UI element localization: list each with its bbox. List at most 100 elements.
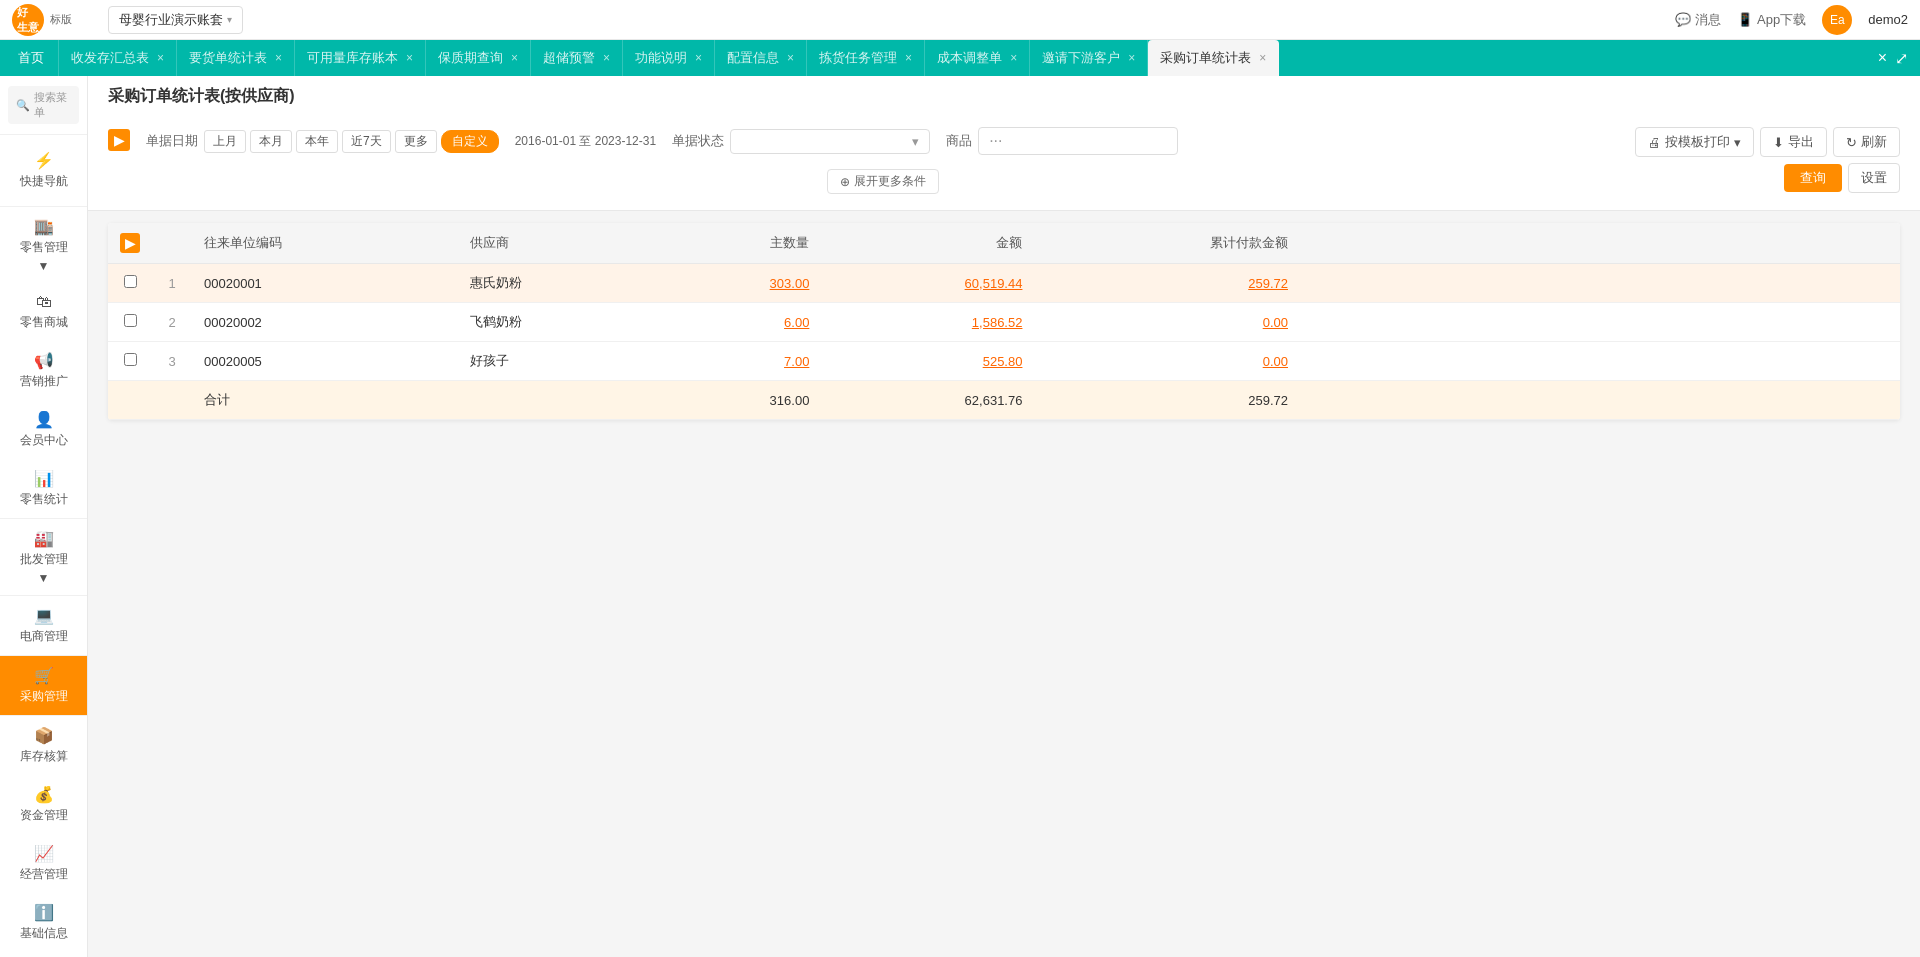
close-icon[interactable]: × — [787, 51, 794, 65]
sidebar-item-purchase[interactable]: 🛒 采购管理 — [0, 656, 87, 715]
toggle-filter-button[interactable]: ▶ — [108, 129, 130, 151]
col-header-unit-code: 往来单位编码 — [192, 223, 458, 264]
sidebar-item-finance[interactable]: 💰 资金管理 — [0, 775, 87, 834]
row-checkbox[interactable] — [124, 353, 137, 366]
chevron-down-icon: ▾ — [912, 134, 919, 149]
footer-cell-empty1 — [108, 381, 152, 420]
cell-supplier: 好孩子 — [458, 342, 656, 381]
cell-paid[interactable]: 259.72 — [1034, 264, 1300, 303]
close-all-icon[interactable]: × — [1878, 49, 1887, 67]
expand-column-button[interactable]: ▶ — [120, 233, 140, 253]
tab-gongneng[interactable]: 功能说明 × — [623, 40, 715, 76]
status-label: 单据状态 — [672, 132, 724, 150]
cell-main-qty[interactable]: 303.00 — [655, 264, 821, 303]
more-options-icon[interactable]: ··· — [989, 132, 1002, 150]
status-select[interactable]: ▾ — [730, 129, 930, 154]
sidebar-item-wholesale[interactable]: 🏭 批发管理 ▼ — [0, 519, 87, 595]
footer-main-qty: 316.00 — [655, 381, 821, 420]
close-icon[interactable]: × — [1259, 51, 1266, 65]
sidebar-item-retail-mall[interactable]: 🛍 零售商城 — [0, 283, 87, 341]
user-avatar: Ea — [1822, 5, 1852, 35]
footer-cell-empty2 — [152, 381, 192, 420]
row-checkbox[interactable] — [124, 314, 137, 327]
query-button[interactable]: 查询 — [1784, 164, 1842, 192]
cell-extra — [1300, 264, 1900, 303]
print-button[interactable]: 🖨 按模板打印 ▾ — [1635, 127, 1754, 157]
sidebar-item-retail-stats[interactable]: 📊 零售统计 — [0, 459, 87, 518]
settings-button[interactable]: 设置 — [1848, 163, 1900, 193]
sidebar-item-ecommerce[interactable]: 💻 电商管理 — [0, 596, 87, 655]
btn-custom[interactable]: 自定义 — [441, 130, 499, 153]
tab-chaochu[interactable]: 超储预警 × — [531, 40, 623, 76]
tab-chengben[interactable]: 成本调整单 × — [925, 40, 1030, 76]
close-icon[interactable]: × — [905, 51, 912, 65]
sidebar-item-basic[interactable]: ℹ️ 基础信息 — [0, 893, 87, 952]
cell-unit-code: 00020002 — [192, 303, 458, 342]
cell-checkbox[interactable] — [108, 342, 152, 381]
data-table: ▶ 往来单位编码 供应商 主数量 金额 累计付款金额 1 — [108, 223, 1900, 420]
row-checkbox[interactable] — [124, 275, 137, 288]
sidebar-item-ops[interactable]: 📈 经营管理 — [0, 834, 87, 893]
footer-row: 合计 316.00 62,631.76 259.72 — [108, 381, 1900, 420]
close-icon[interactable]: × — [275, 51, 282, 65]
sidebar-item-marketing[interactable]: 📢 营销推广 — [0, 341, 87, 400]
tab-shoufacun[interactable]: 收发存汇总表 × — [59, 40, 177, 76]
cell-supplier: 飞鹤奶粉 — [458, 303, 656, 342]
tab-caigou-active[interactable]: 采购订单统计表 × — [1148, 40, 1279, 76]
sidebar-search-box[interactable]: 🔍 搜索菜单 — [8, 86, 79, 124]
footer-label: 合计 — [192, 381, 655, 420]
nav-tabs: 首页 收发存汇总表 × 要货单统计表 × 可用量库存账本 × 保质期查询 × 超… — [0, 40, 1920, 76]
cell-paid[interactable]: 0.00 — [1034, 303, 1300, 342]
cell-amount[interactable]: 60,519.44 — [821, 264, 1034, 303]
btn-this-month[interactable]: 本月 — [250, 130, 292, 153]
btn-more[interactable]: 更多 — [395, 130, 437, 153]
tab-jianhuo[interactable]: 拣货任务管理 × — [807, 40, 925, 76]
tab-keyong[interactable]: 可用量库存账本 × — [295, 40, 426, 76]
marketing-icon: 📢 — [34, 351, 54, 370]
tab-yaohuo[interactable]: 要货单统计表 × — [177, 40, 295, 76]
cell-paid[interactable]: 0.00 — [1034, 342, 1300, 381]
print-icon: 🖨 — [1648, 135, 1661, 150]
table-row: 1 00020001 惠氏奶粉 303.00 60,519.44 259.72 — [108, 264, 1900, 303]
date-range-text: 2016-01-01 至 2023-12-31 — [515, 133, 656, 150]
col-header-main-qty: 主数量 — [655, 223, 821, 264]
member-icon: 👤 — [34, 410, 54, 429]
sidebar-item-retail-mgmt[interactable]: 🏬 零售管理 ▼ — [0, 207, 87, 283]
expand-conditions-button[interactable]: ⊕ 展开更多条件 — [827, 169, 939, 194]
col-header-paid: 累计付款金额 — [1034, 223, 1300, 264]
close-icon[interactable]: × — [511, 51, 518, 65]
sidebar-item-member[interactable]: 👤 会员中心 — [0, 400, 87, 459]
close-icon[interactable]: × — [1128, 51, 1135, 65]
message-button[interactable]: 💬 消息 — [1675, 11, 1721, 29]
tab-baozhi[interactable]: 保质期查询 × — [426, 40, 531, 76]
sidebar-item-inventory[interactable]: 📦 库存核算 — [0, 716, 87, 775]
btn-this-year[interactable]: 本年 — [296, 130, 338, 153]
export-button[interactable]: ⬇ 导出 — [1760, 127, 1827, 157]
sidebar-search-area: 🔍 搜索菜单 — [0, 76, 87, 135]
app-download-button[interactable]: 📱 App下载 — [1737, 11, 1806, 29]
goods-input[interactable]: ··· — [978, 127, 1178, 155]
btn-7days[interactable]: 近7天 — [342, 130, 391, 153]
close-icon[interactable]: × — [1010, 51, 1017, 65]
close-icon[interactable]: × — [603, 51, 610, 65]
tab-yaoqing[interactable]: 邀请下游客户 × — [1030, 40, 1148, 76]
cell-main-qty[interactable]: 6.00 — [655, 303, 821, 342]
close-icon[interactable]: × — [157, 51, 164, 65]
tab-peizhi[interactable]: 配置信息 × — [715, 40, 807, 76]
cell-checkbox[interactable] — [108, 303, 152, 342]
content-area: 采购订单统计表(按供应商) ▶ 单据日期 上月 本月 本年 近7天 更多 — [88, 76, 1920, 957]
cell-checkbox[interactable] — [108, 264, 152, 303]
sidebar-item-quick-nav[interactable]: ⚡ 快捷导航 — [0, 141, 87, 200]
top-actions-row: 🖨 按模板打印 ▾ ⬇ 导出 ↻ 刷新 — [1635, 127, 1900, 157]
close-icon[interactable]: × — [406, 51, 413, 65]
workspace-selector[interactable]: 母婴行业演示账套 ▾ — [108, 6, 243, 34]
cell-amount[interactable]: 1,586.52 — [821, 303, 1034, 342]
sidebar-item-sys[interactable]: ⚙️ 系统管理 — [0, 952, 87, 957]
maximize-icon[interactable]: ⤢ — [1895, 49, 1908, 68]
tab-home[interactable]: 首页 — [4, 40, 59, 76]
close-icon[interactable]: × — [695, 51, 702, 65]
btn-last-month[interactable]: 上月 — [204, 130, 246, 153]
cell-amount[interactable]: 525.80 — [821, 342, 1034, 381]
refresh-button[interactable]: ↻ 刷新 — [1833, 127, 1900, 157]
cell-main-qty[interactable]: 7.00 — [655, 342, 821, 381]
